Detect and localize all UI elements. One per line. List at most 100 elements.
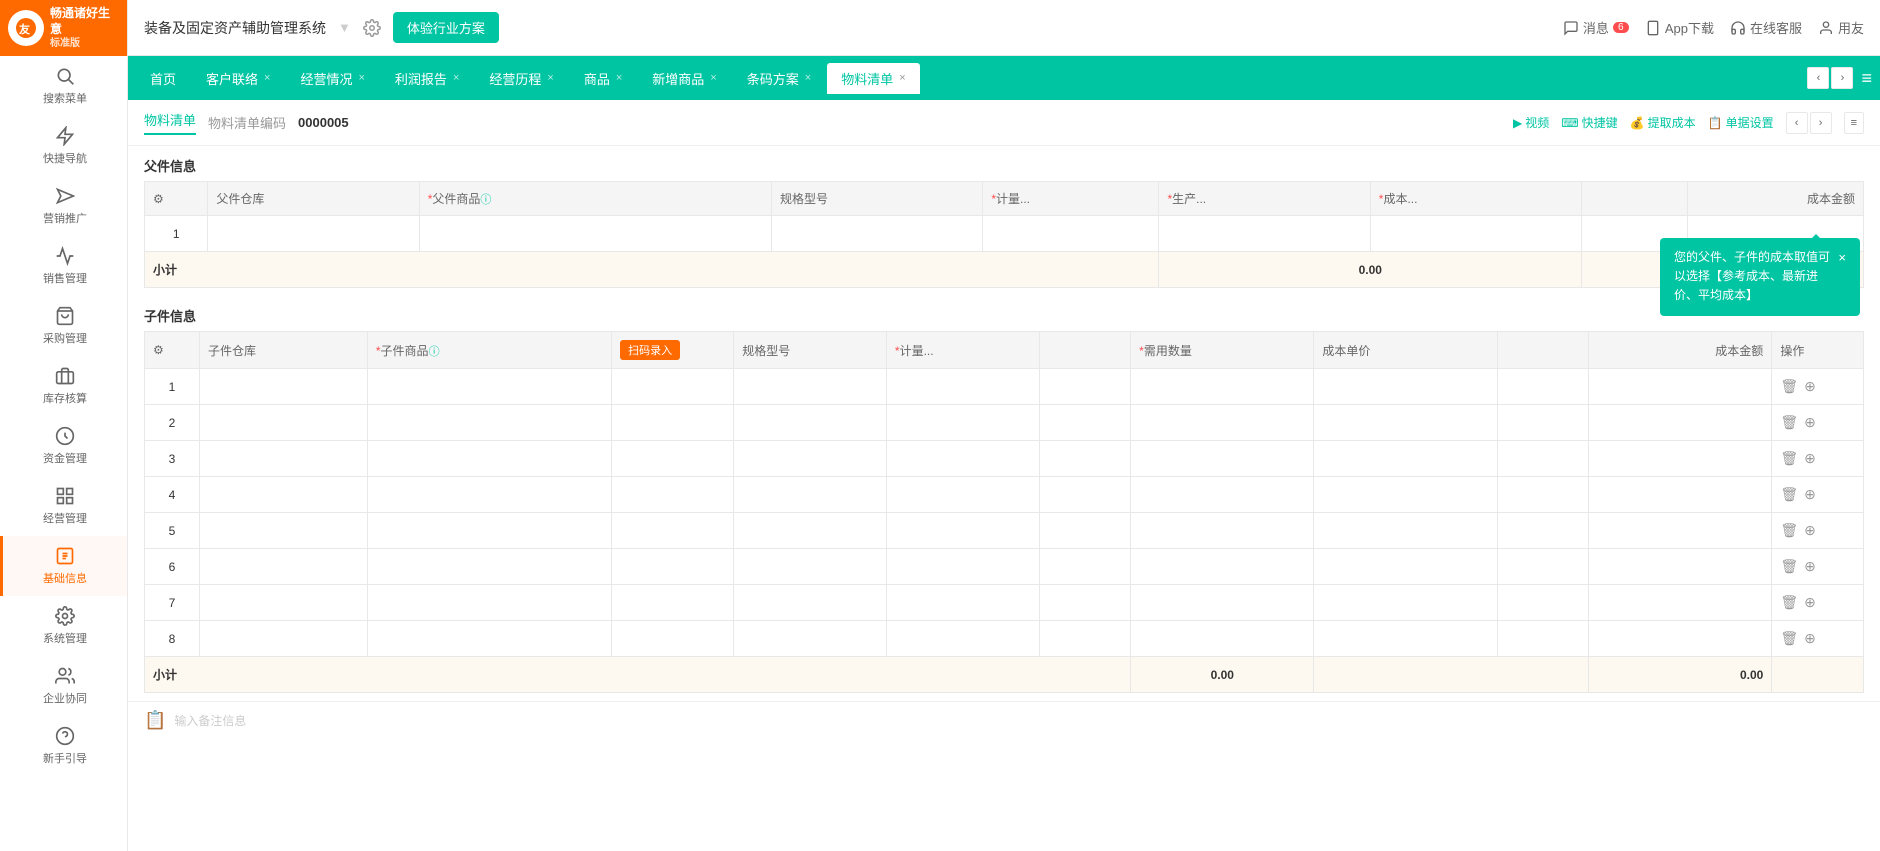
doc-settings-action[interactable]: 📋 单据设置	[1708, 114, 1774, 131]
sidebar-item-quick[interactable]: 快捷导航	[0, 116, 127, 176]
user-btn[interactable]: 用友	[1818, 18, 1864, 37]
close-tab-customer[interactable]: ×	[264, 72, 270, 84]
close-tab-barcode[interactable]: ×	[805, 72, 811, 84]
parent-row-1-spec[interactable]	[771, 216, 982, 252]
child-th-product: *子件商品ⓘ	[367, 332, 611, 369]
content-next-btn[interactable]: ›	[1810, 112, 1832, 134]
sidebar-item-basic[interactable]: 基础信息	[0, 536, 127, 596]
sidebar-item-sales[interactable]: 销售管理	[0, 236, 127, 296]
child-th-action: 操作	[1772, 332, 1864, 369]
sidebar-label-finance: 资金管理	[43, 450, 87, 466]
close-all-tabs-btn[interactable]: ≡	[1861, 68, 1872, 89]
sidebar-item-system[interactable]: 系统管理	[0, 596, 127, 656]
child-row-1-unit-cost[interactable]	[1314, 369, 1497, 405]
parent-row-1-product[interactable]	[419, 216, 771, 252]
tab-barcode[interactable]: 条码方案 ×	[733, 63, 825, 94]
child-th-settings[interactable]: ⚙	[145, 332, 200, 369]
topbar-right: 消息 6 App下载 在线客服 用友	[1563, 18, 1864, 37]
close-tab-operation[interactable]: ×	[358, 72, 364, 84]
scan-input-btn[interactable]: 扫码录入	[620, 340, 680, 360]
parent-row-1-unit[interactable]	[983, 216, 1159, 252]
tab-operation[interactable]: 经营情况 ×	[286, 63, 378, 94]
tab-prev-btn[interactable]: ‹	[1807, 67, 1829, 89]
content-area: 物料清单 物料清单编码 0000005 ▶ 视频 ⌨ 快捷键 💰 提取成本 📋	[128, 100, 1880, 851]
copy-icon-7[interactable]: ⊕	[1804, 594, 1816, 611]
sidebar-item-purchase[interactable]: 采购管理	[0, 296, 127, 356]
system-title: 装备及固定资产辅助管理系统	[144, 18, 326, 38]
child-row-3: 3 🗑⊕	[145, 441, 1864, 477]
tab-goods[interactable]: 商品 ×	[570, 63, 636, 94]
sidebar-item-marketing[interactable]: 营销推广	[0, 176, 127, 236]
copy-icon-2[interactable]: ⊕	[1804, 414, 1816, 431]
parent-th-settings[interactable]: ⚙	[145, 182, 208, 216]
experience-btn[interactable]: 体验行业方案	[393, 12, 499, 43]
tab-customer[interactable]: 客户联络 ×	[192, 63, 284, 94]
delete-icon-2[interactable]: 🗑	[1780, 414, 1798, 431]
close-tab-history[interactable]: ×	[547, 72, 553, 84]
bottom-icon: 📋	[144, 710, 166, 731]
sidebar-item-guide[interactable]: 新手引导	[0, 716, 127, 776]
content-prev-btn[interactable]: ‹	[1786, 112, 1808, 134]
tab-home[interactable]: 首页	[136, 63, 190, 94]
sidebar-item-enterprise[interactable]: 企业协同	[0, 656, 127, 716]
parent-row-1-warehouse[interactable]	[208, 216, 419, 252]
child-row-1-product[interactable]	[367, 369, 611, 405]
delete-icon-1[interactable]: 🗑	[1780, 378, 1798, 395]
online-service-btn[interactable]: 在线客服	[1730, 18, 1802, 37]
sidebar-item-finance[interactable]: 资金管理	[0, 416, 127, 476]
sidebar-label-search: 搜索菜单	[43, 90, 87, 106]
delete-icon-6[interactable]: 🗑	[1780, 558, 1798, 575]
extract-cost-action[interactable]: 💰 提取成本	[1630, 114, 1696, 131]
copy-icon-1[interactable]: ⊕	[1804, 378, 1816, 395]
sidebar-item-search[interactable]: 搜索菜单	[0, 56, 127, 116]
delete-icon-7[interactable]: 🗑	[1780, 594, 1798, 611]
child-row-7: 7 🗑⊕	[145, 585, 1864, 621]
child-row-1-warehouse[interactable]	[199, 369, 367, 405]
child-row-1-unit[interactable]	[886, 369, 1039, 405]
bottom-hint: 输入备注信息	[174, 712, 246, 729]
parent-table-wrapper: ⚙ 父件仓库 *父件商品ⓘ 规格型号 *计量... *生产... *成本... …	[128, 181, 1880, 296]
tab-bom[interactable]: 物料清单 ×	[827, 63, 919, 94]
copy-icon-4[interactable]: ⊕	[1804, 486, 1816, 503]
bottom-area: 📋 输入备注信息	[128, 701, 1880, 739]
tab-profit[interactable]: 利润报告 ×	[381, 63, 473, 94]
tooltip-close-btn[interactable]: ×	[1838, 248, 1846, 269]
message-btn[interactable]: 消息 6	[1563, 18, 1629, 37]
delete-icon-3[interactable]: 🗑	[1780, 450, 1798, 467]
svg-text:友: 友	[19, 22, 30, 36]
bom-code-value: 0000005	[298, 115, 349, 130]
child-row-4: 4 🗑⊕	[145, 477, 1864, 513]
child-row-1-spec[interactable]	[734, 369, 887, 405]
view-toggle-btn[interactable]: ≡	[1844, 112, 1864, 134]
settings-icon[interactable]	[363, 19, 381, 37]
bom-tab-label[interactable]: 物料清单	[144, 110, 196, 135]
tooltip-text: 您的父件、子件的成本取值可以选择【参考成本、最新进价、平均成本】	[1674, 250, 1830, 302]
sidebar-item-stock[interactable]: 库存核算	[0, 356, 127, 416]
close-tab-profit[interactable]: ×	[453, 72, 459, 84]
child-row-1-amount	[1589, 369, 1772, 405]
video-action[interactable]: ▶ 视频	[1513, 114, 1549, 131]
delete-icon-4[interactable]: 🗑	[1780, 486, 1798, 503]
child-row-6: 6 🗑⊕	[145, 549, 1864, 585]
close-tab-goods[interactable]: ×	[616, 72, 622, 84]
delete-icon-5[interactable]: 🗑	[1780, 522, 1798, 539]
copy-icon-8[interactable]: ⊕	[1804, 630, 1816, 647]
tab-new-goods[interactable]: 新增商品 ×	[638, 63, 730, 94]
parent-row-1-cost[interactable]	[1370, 216, 1581, 252]
sub-header: 物料清单 物料清单编码 0000005 ▶ 视频 ⌨ 快捷键 💰 提取成本 📋	[128, 100, 1880, 146]
sidebar-item-operation[interactable]: 经营管理	[0, 476, 127, 536]
copy-icon-6[interactable]: ⊕	[1804, 558, 1816, 575]
delete-icon-8[interactable]: 🗑	[1780, 630, 1798, 647]
close-tab-bom[interactable]: ×	[899, 72, 905, 84]
tab-next-btn[interactable]: ›	[1831, 67, 1853, 89]
tab-history[interactable]: 经营历程 ×	[475, 63, 567, 94]
parent-th-unit: *计量...	[983, 182, 1159, 216]
tooltip-popup: × 您的父件、子件的成本取值可以选择【参考成本、最新进价、平均成本】	[1660, 238, 1860, 316]
parent-row-1-produce[interactable]	[1159, 216, 1370, 252]
copy-icon-3[interactable]: ⊕	[1804, 450, 1816, 467]
app-download-btn[interactable]: App下载	[1645, 18, 1714, 37]
child-row-1-qty[interactable]	[1131, 369, 1314, 405]
shortcut-action[interactable]: ⌨ 快捷键	[1561, 114, 1617, 131]
copy-icon-5[interactable]: ⊕	[1804, 522, 1816, 539]
close-tab-new-goods[interactable]: ×	[710, 72, 716, 84]
